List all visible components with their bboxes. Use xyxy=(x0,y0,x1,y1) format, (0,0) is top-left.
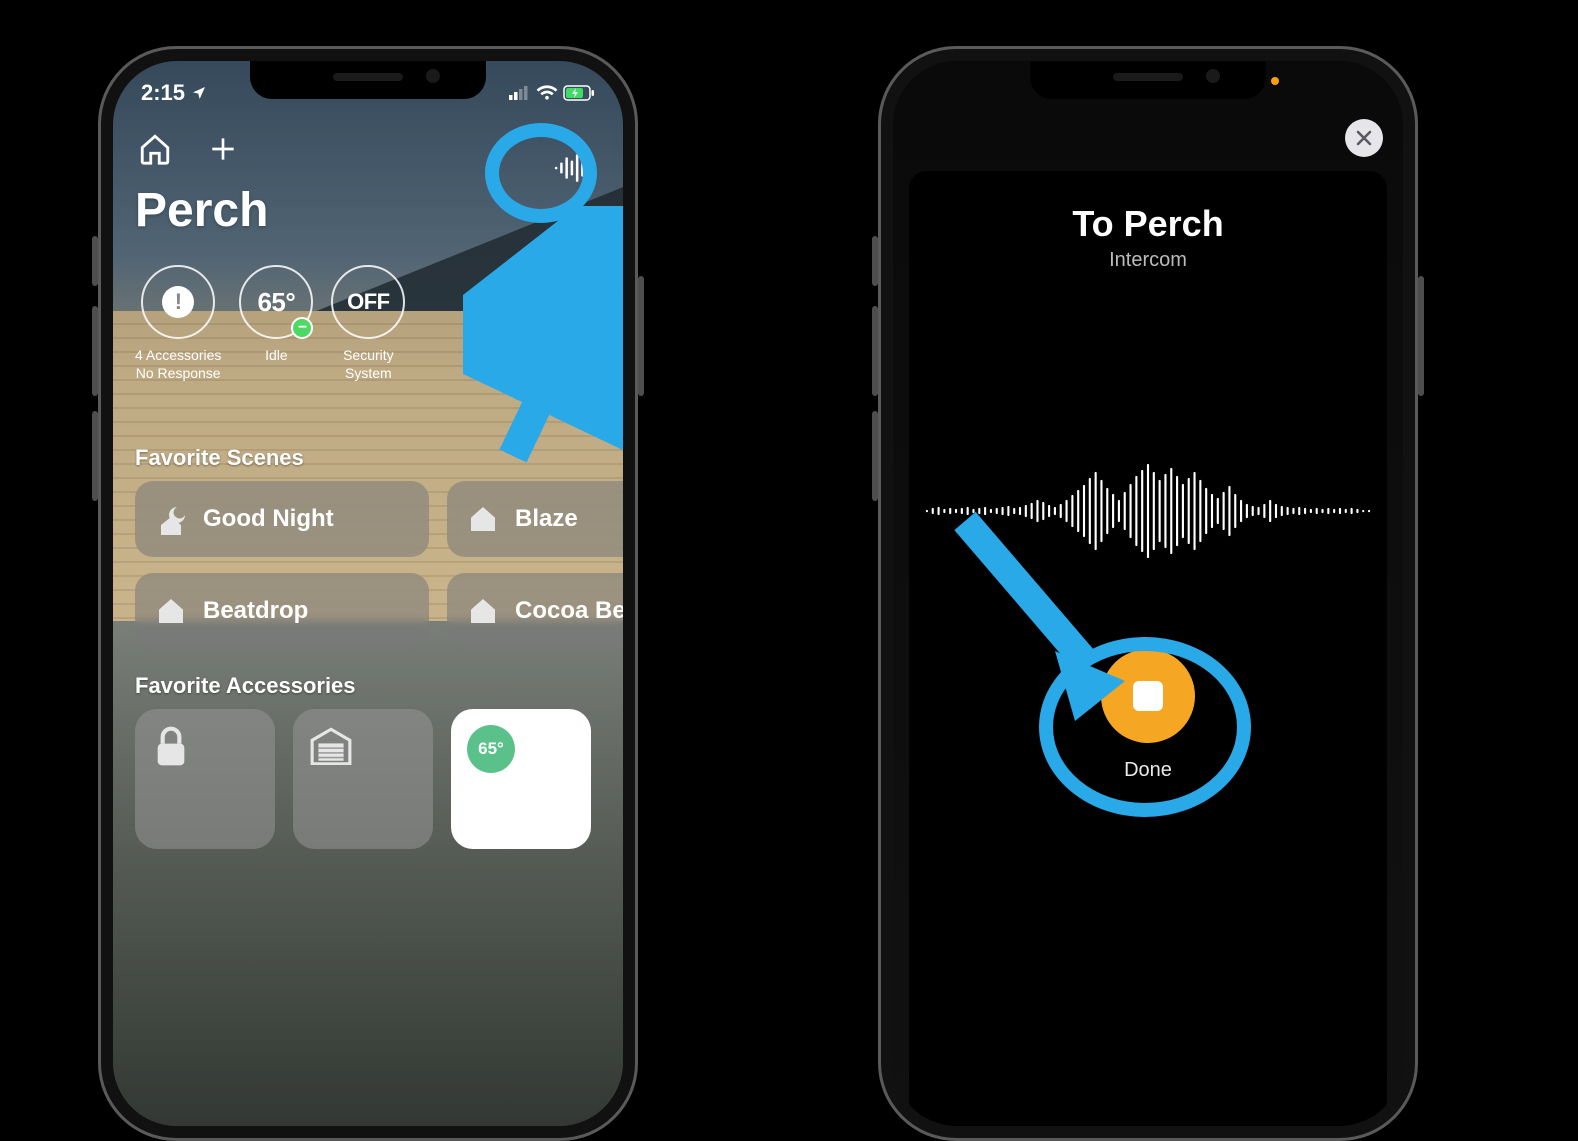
climate-status-pill[interactable]: 65°− Idle xyxy=(239,265,313,382)
intercom-subtitle: Intercom xyxy=(925,249,1371,272)
moon-house-icon xyxy=(153,501,189,537)
add-button[interactable] xyxy=(203,129,243,169)
favorite-accessories-title: Favorite Accessories xyxy=(135,673,356,699)
scene-label: Good Night xyxy=(203,505,334,533)
house-icon xyxy=(465,593,501,629)
power-button xyxy=(1418,276,1424,396)
home-title: Perch xyxy=(135,183,601,238)
volume-up-button xyxy=(872,306,878,396)
lock-icon xyxy=(151,725,191,769)
scene-tile-beatdrop[interactable]: Beatdrop xyxy=(135,573,429,649)
favorite-scenes-title: Favorite Scenes xyxy=(135,445,304,471)
security-status-pill[interactable]: OFF SecuritySystem xyxy=(331,265,405,382)
home-app-screen: 2:15 Perch xyxy=(113,61,623,1126)
power-button xyxy=(638,276,644,396)
volume-down-button xyxy=(92,411,98,501)
location-icon xyxy=(191,85,207,101)
status-bar: 2:15 xyxy=(113,75,623,111)
recording-waveform xyxy=(925,451,1371,571)
accessory-tile-garage[interactable] xyxy=(293,709,433,849)
intercom-title: To Perch xyxy=(925,203,1371,245)
volume-up-button xyxy=(92,306,98,396)
scene-tile-good-night[interactable]: Good Night xyxy=(135,481,429,557)
scene-tile-blaze[interactable]: Blaze xyxy=(447,481,623,557)
temperature-badge: 65° xyxy=(467,725,515,773)
status-time: 2:15 xyxy=(141,80,185,106)
garage-icon xyxy=(309,725,353,765)
scene-label: Cocoa Be xyxy=(515,597,623,625)
scene-label: Beatdrop xyxy=(203,597,308,625)
phone-frame-right: To Perch Intercom Done xyxy=(878,46,1418,1141)
mute-switch xyxy=(92,236,98,286)
device-notch xyxy=(1030,61,1266,99)
close-icon xyxy=(1355,129,1373,147)
intercom-button[interactable] xyxy=(553,151,595,185)
accessory-tile-thermostat[interactable]: 65° xyxy=(451,709,591,849)
alert-icon: ! xyxy=(162,286,194,318)
house-icon xyxy=(153,593,189,629)
close-button[interactable] xyxy=(1345,119,1383,157)
mute-switch xyxy=(872,236,878,286)
idle-badge-icon: − xyxy=(291,317,313,339)
volume-down-button xyxy=(872,411,878,501)
scene-tile-cocoa[interactable]: Cocoa Be xyxy=(447,573,623,649)
battery-icon xyxy=(563,85,595,101)
phone-frame-left: 2:15 Perch xyxy=(98,46,638,1141)
stop-recording-button[interactable] xyxy=(1101,649,1195,743)
accessory-tile-lock[interactable] xyxy=(135,709,275,849)
accessory-status-pill[interactable]: ! 4 AccessoriesNo Response xyxy=(135,265,221,382)
intercom-screen: To Perch Intercom Done xyxy=(893,61,1403,1126)
microphone-privacy-dot xyxy=(1271,77,1279,85)
stop-icon xyxy=(1133,681,1163,711)
house-icon xyxy=(465,501,501,537)
done-label: Done xyxy=(1124,759,1172,782)
wifi-icon xyxy=(536,85,558,101)
scene-label: Blaze xyxy=(515,505,578,533)
home-icon[interactable] xyxy=(135,129,175,169)
cellular-icon xyxy=(509,86,531,100)
